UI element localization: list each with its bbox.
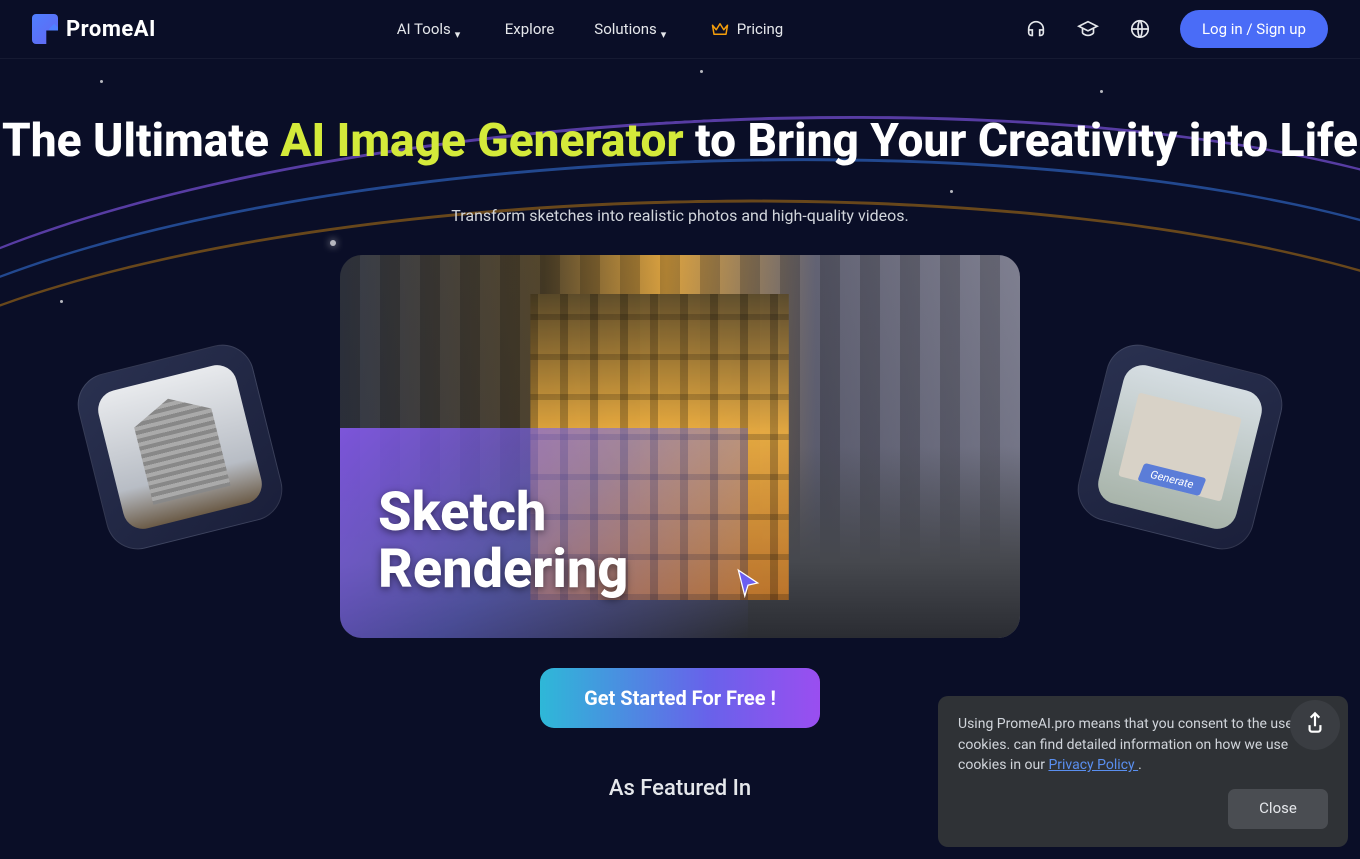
crown-icon	[711, 22, 729, 36]
login-button[interactable]: Log in / Sign up	[1180, 10, 1328, 48]
thumb-right-image: Generate	[1094, 361, 1266, 533]
chevron-down-icon	[455, 24, 465, 34]
main-nav: AI Tools Explore Solutions Pricing	[397, 20, 783, 38]
hero-showcase: Sketch Rendering Generate	[0, 255, 1360, 638]
site-header: PromeAI AI Tools Explore Solutions Prici…	[0, 0, 1360, 59]
hero-image-caption-line1: Sketch	[378, 485, 628, 542]
chevron-down-icon	[661, 24, 671, 34]
brand-logo[interactable]: PromeAI	[32, 14, 156, 44]
cookie-text-post: .	[1138, 757, 1142, 773]
nav-solutions-label: Solutions	[594, 20, 657, 38]
thumb-left-image	[94, 361, 266, 533]
share-icon	[1302, 710, 1328, 740]
hero-title: The Ultimate AI Image Generator to Bring…	[0, 114, 1360, 168]
cookie-privacy-link[interactable]: Privacy Policy	[1048, 757, 1138, 773]
cursor-icon	[735, 568, 761, 598]
logo-mark-icon	[32, 14, 58, 44]
brand-name: PromeAI	[66, 17, 156, 42]
nav-explore[interactable]: Explore	[505, 20, 555, 38]
cookie-close-label: Close	[1259, 799, 1297, 817]
header-right: Log in / Sign up	[1024, 10, 1328, 48]
hero-title-highlight: AI Image Generator	[280, 114, 683, 168]
cookie-banner: Using PromeAI.pro means that you consent…	[938, 696, 1348, 847]
nav-pricing[interactable]: Pricing	[711, 20, 783, 38]
education-icon[interactable]	[1076, 17, 1100, 41]
thumb-left[interactable]	[71, 338, 289, 556]
hero-title-pre: The Ultimate	[2, 114, 280, 168]
nav-ai-tools-label: AI Tools	[397, 20, 451, 38]
hero-title-post: to Bring Your Creativity into Life	[684, 114, 1358, 168]
cookie-close-button[interactable]: Close	[1228, 789, 1328, 829]
share-button[interactable]	[1290, 700, 1340, 750]
nav-explore-label: Explore	[505, 20, 555, 38]
login-label: Log in / Sign up	[1202, 20, 1306, 38]
hero-subtitle: Transform sketches into realistic photos…	[0, 206, 1360, 225]
nav-solutions[interactable]: Solutions	[594, 20, 671, 38]
hero-section: The Ultimate AI Image Generator to Bring…	[0, 59, 1360, 801]
cta-button[interactable]: Get Started For Free !	[540, 668, 820, 728]
hero-image-caption-line2: Rendering	[378, 542, 628, 599]
hero-main-image[interactable]: Sketch Rendering	[340, 255, 1020, 638]
hero-image-caption: Sketch Rendering	[378, 485, 628, 598]
cta-label: Get Started For Free !	[584, 686, 776, 710]
globe-icon[interactable]	[1128, 17, 1152, 41]
support-icon[interactable]	[1024, 17, 1048, 41]
thumb-right[interactable]: Generate	[1071, 338, 1289, 556]
nav-pricing-label: Pricing	[737, 20, 783, 38]
nav-ai-tools[interactable]: AI Tools	[397, 20, 465, 38]
